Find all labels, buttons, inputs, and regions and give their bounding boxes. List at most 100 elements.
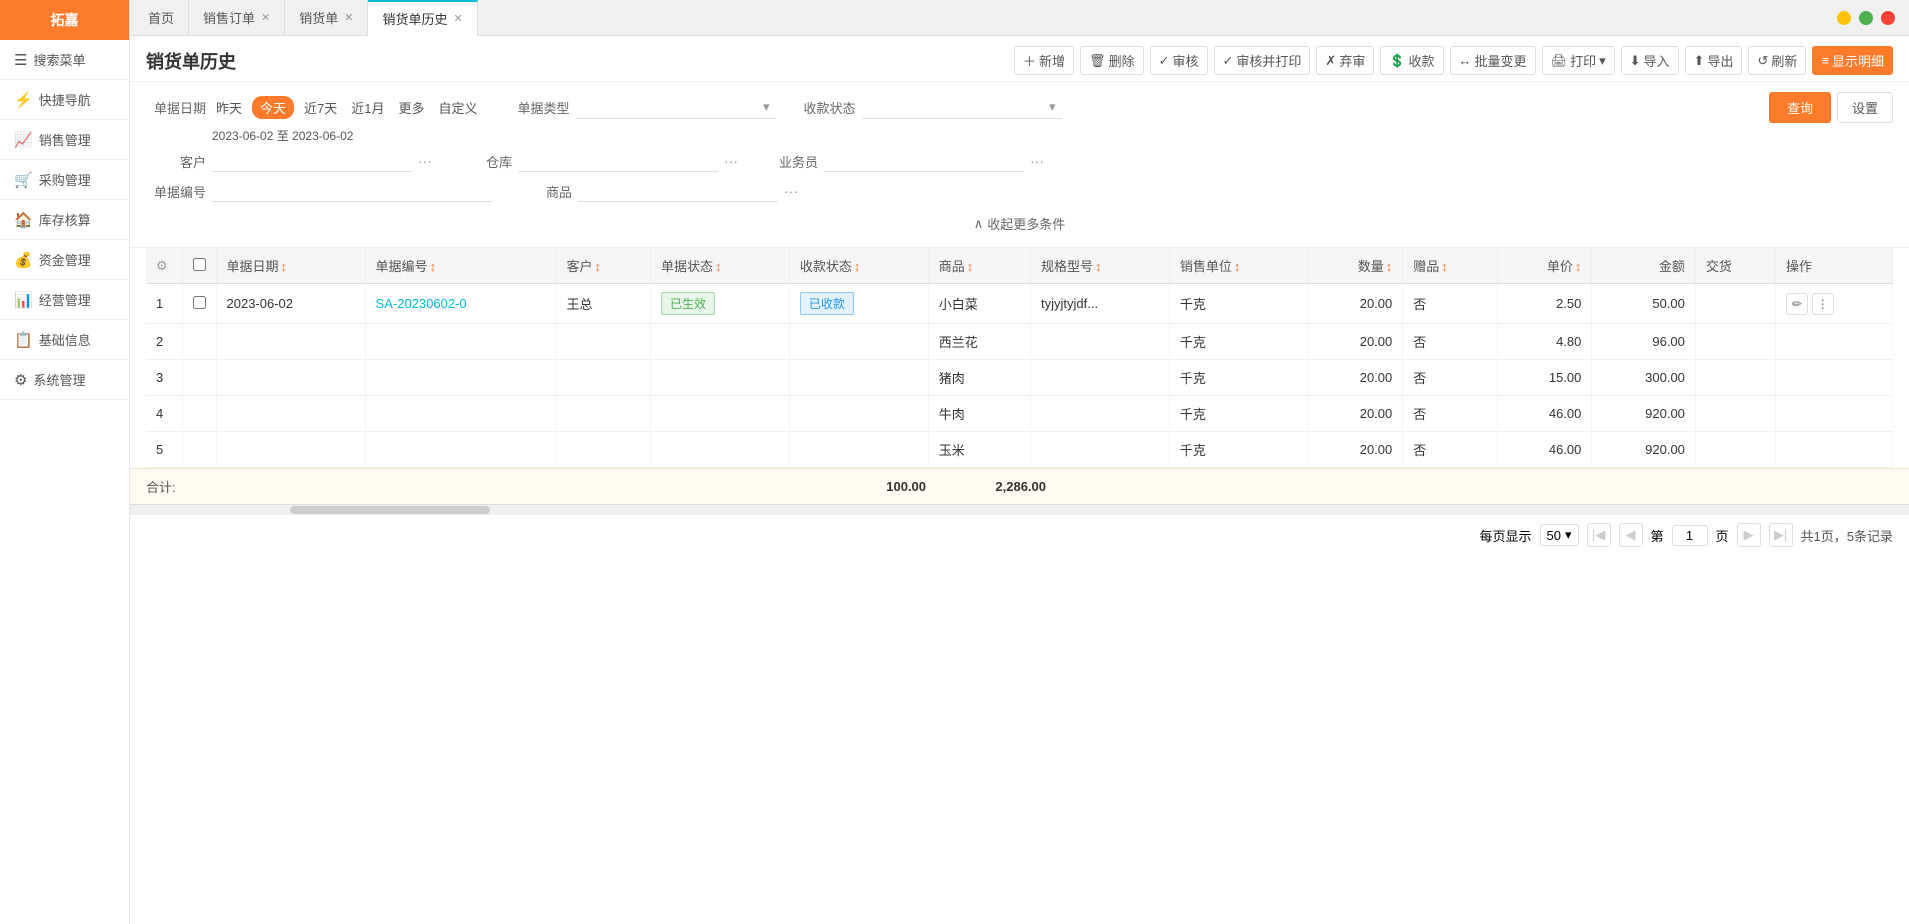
col-unit[interactable]: 销售单位↕ (1169, 248, 1308, 284)
collapse-button[interactable]: ∧ 收起更多条件 (970, 210, 1070, 237)
cell-unit: 千克 (1169, 324, 1308, 360)
col-doc-status[interactable]: 单据状态↕ (651, 248, 790, 284)
table-settings-icon[interactable]: ⚙ (156, 258, 168, 273)
tab-sales-goods[interactable]: 销货单 ✕ (285, 0, 368, 36)
sidebar-item-purchase-mgmt[interactable]: 🛒 采购管理 (0, 160, 129, 200)
warehouse-ellipsis[interactable]: ··· (724, 153, 738, 169)
sidebar-item-search-menu[interactable]: ☰ 搜索菜单 (0, 40, 129, 80)
col-doc-no-label: 单据编号 (376, 259, 428, 274)
col-doc-date[interactable]: 单据日期↕ (216, 248, 365, 284)
select-all-checkbox[interactable] (193, 258, 206, 271)
collect-button[interactable]: 💲 收款 (1380, 46, 1443, 75)
col-qty[interactable]: 数量↕ (1308, 248, 1403, 284)
shortcut-1month[interactable]: 近1月 (347, 96, 388, 119)
new-button[interactable]: ＋ 新增 (1014, 46, 1074, 75)
shortcut-yesterday[interactable]: 昨天 (212, 96, 246, 119)
doctype-select[interactable]: ▾ (576, 96, 776, 119)
row-checkbox[interactable] (193, 296, 206, 309)
page-input[interactable] (1672, 525, 1708, 546)
close-button[interactable] (1881, 11, 1895, 25)
cell-checkbox (182, 324, 216, 360)
first-page-button[interactable]: |◀ (1587, 523, 1611, 547)
import-button[interactable]: ⬇ 导入 (1621, 46, 1679, 75)
horizontal-scrollbar[interactable] (130, 504, 1909, 514)
tab-sales-order-close[interactable]: ✕ (261, 11, 270, 24)
col-customer[interactable]: 客户↕ (556, 248, 651, 284)
audit-print-button[interactable]: ✓ 审核并打印 (1214, 46, 1311, 75)
tab-sales-order[interactable]: 销售订单 ✕ (189, 0, 285, 36)
shortcut-7days[interactable]: 近7天 (300, 96, 341, 119)
table-row: 2 西兰花 千克 20.00 否 4.80 96.00 (146, 324, 1893, 360)
more-action-button[interactable]: ⋮ (1812, 293, 1834, 315)
page-size-select[interactable]: 50 ▾ (1540, 524, 1579, 546)
sidebar: 拓嘉 ☰ 搜索菜单 ⚡ 快捷导航 📈 销售管理 🛒 采购管理 🏠 库存核算 💰 … (0, 0, 130, 924)
col-unit-price[interactable]: 单价↕ (1497, 248, 1592, 284)
tab-sales-goods-close[interactable]: ✕ (344, 11, 353, 24)
filter-staff: 业务员 ··· (758, 150, 1044, 172)
tab-sales-history[interactable]: 销货单历史 ✕ (368, 0, 477, 36)
col-action-label: 操作 (1786, 259, 1812, 274)
cell-unit-price: 4.80 (1497, 324, 1592, 360)
goods-ellipsis[interactable]: ··· (784, 183, 798, 199)
staff-ellipsis[interactable]: ··· (1030, 153, 1044, 169)
prev-page-button[interactable]: ◀ (1619, 523, 1643, 547)
cell-goods: 猪肉 (928, 360, 1030, 396)
tab-sales-history-close[interactable]: ✕ (454, 12, 463, 25)
cell-action: ✏ ⋮ (1775, 284, 1892, 324)
col-settings[interactable]: ⚙ (146, 248, 182, 284)
edit-action-button[interactable]: ✏ (1786, 293, 1808, 315)
col-goods[interactable]: 商品↕ (928, 248, 1030, 284)
doc-no-link[interactable]: SA-20230602-0 (376, 296, 467, 311)
customer-ellipsis[interactable]: ··· (418, 153, 432, 169)
customer-input[interactable] (212, 150, 412, 172)
table-row: 5 玉米 千克 20.00 否 46.00 920.00 (146, 432, 1893, 468)
abandon-button[interactable]: ✗ 弃审 (1316, 46, 1374, 75)
refresh-button[interactable]: ↺ 刷新 (1748, 46, 1806, 75)
page-size-value: 50 (1547, 528, 1561, 543)
shortcut-more[interactable]: 更多 (395, 96, 429, 119)
tab-home[interactable]: 首页 (134, 0, 189, 36)
scrollbar-thumb[interactable] (290, 506, 490, 514)
maximize-button[interactable] (1859, 11, 1873, 25)
minimize-button[interactable] (1837, 11, 1851, 25)
page-size-arrow: ▾ (1565, 527, 1572, 543)
sidebar-item-finance[interactable]: 💰 资金管理 (0, 240, 129, 280)
col-collect-status[interactable]: 收款状态↕ (789, 248, 928, 284)
warehouse-input[interactable] (518, 150, 718, 172)
cell-qty: 20.00 (1308, 360, 1403, 396)
cell-action (1775, 432, 1892, 468)
total-info: 共1页，5条记录 (1801, 526, 1893, 545)
sidebar-item-quick-nav[interactable]: ⚡ 快捷导航 (0, 80, 129, 120)
collect-status-select[interactable]: ▾ (862, 96, 1062, 119)
last-page-button[interactable]: ▶| (1769, 523, 1793, 547)
shortcut-today[interactable]: 今天 (252, 96, 294, 119)
cell-unit-price: 46.00 (1497, 396, 1592, 432)
table-row: 3 猪肉 千克 20.00 否 15.00 300.00 (146, 360, 1893, 396)
print-button[interactable]: 🖨 打印 ▾ (1542, 46, 1615, 75)
sidebar-item-inventory[interactable]: 🏠 库存核算 (0, 200, 129, 240)
shortcut-custom[interactable]: 自定义 (435, 96, 482, 119)
sidebar-item-system[interactable]: ⚙ 系统管理 (0, 360, 129, 400)
audit-button[interactable]: ✓ 审核 (1150, 46, 1208, 75)
batch-change-button[interactable]: ↔ 批量变更 (1450, 46, 1536, 75)
staff-input[interactable] (824, 150, 1024, 172)
delete-button[interactable]: 🗑 删除 (1080, 46, 1144, 75)
abandon-icon: ✗ (1325, 53, 1336, 69)
goods-input[interactable] (578, 180, 778, 202)
export-button[interactable]: ⬆ 导出 (1685, 46, 1743, 75)
col-gift[interactable]: 赠品↕ (1403, 248, 1498, 284)
col-spec[interactable]: 规格型号↕ (1030, 248, 1169, 284)
settings-button[interactable]: 设置 (1837, 92, 1893, 123)
query-button[interactable]: 查询 (1769, 92, 1831, 123)
sidebar-item-label: 库存核算 (39, 210, 91, 229)
sidebar-item-label: 基础信息 (39, 330, 91, 349)
cell-transaction (1695, 432, 1775, 468)
show-detail-button[interactable]: ≡ 显示明细 (1812, 46, 1893, 75)
next-page-button[interactable]: ▶ (1737, 523, 1761, 547)
docno-input[interactable] (212, 180, 492, 202)
col-doc-no[interactable]: 单据编号↕ (365, 248, 556, 284)
sidebar-item-operations[interactable]: 📊 经营管理 (0, 280, 129, 320)
sidebar-item-sales-mgmt[interactable]: 📈 销售管理 (0, 120, 129, 160)
sidebar-item-basic-info[interactable]: 📋 基础信息 (0, 320, 129, 360)
gift-sort-icon: ↕ (1441, 259, 1448, 274)
